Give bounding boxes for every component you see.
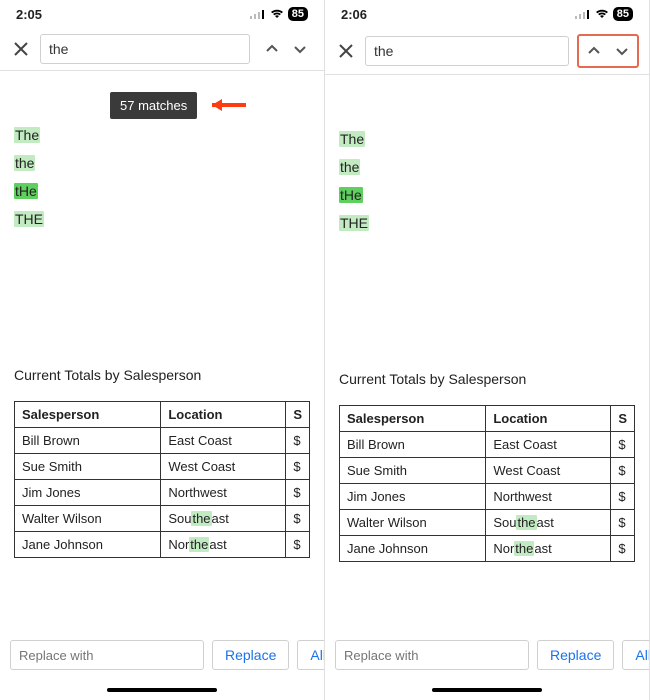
text-line: the bbox=[14, 155, 310, 171]
annotation-arrow-icon bbox=[210, 96, 250, 117]
status-time: 2:06 bbox=[341, 7, 367, 22]
table-row: Sue SmithWest Coast$ bbox=[15, 454, 310, 480]
table-title: Current Totals by Salesperson bbox=[339, 371, 635, 387]
wifi-icon bbox=[595, 9, 609, 19]
document-content: The the tHe THE Current Totals by Salesp… bbox=[0, 71, 324, 574]
replace-button[interactable]: Replace bbox=[537, 640, 614, 670]
status-bar: 2:05 85 bbox=[0, 0, 324, 28]
replace-bar: Replace All bbox=[325, 640, 649, 670]
col-header: Location bbox=[161, 402, 286, 428]
table-row: Bill BrownEast Coast$ bbox=[340, 432, 635, 458]
status-indicators: 85 bbox=[575, 7, 633, 21]
col-header: Salesperson bbox=[15, 402, 161, 428]
replace-button[interactable]: Replace bbox=[212, 640, 289, 670]
replace-all-button[interactable]: All bbox=[297, 640, 325, 670]
col-header: S bbox=[286, 402, 310, 428]
replace-input[interactable] bbox=[335, 640, 529, 670]
table-row: Walter WilsonSoutheast$ bbox=[340, 510, 635, 536]
nav-arrows bbox=[577, 34, 639, 68]
find-bar bbox=[0, 28, 324, 71]
nav-arrows bbox=[258, 35, 314, 63]
signal-icon bbox=[250, 9, 266, 19]
close-icon[interactable] bbox=[10, 38, 32, 60]
battery-icon: 85 bbox=[613, 7, 633, 21]
table-row: Bill BrownEast Coast$ bbox=[15, 428, 310, 454]
signal-icon bbox=[575, 9, 591, 19]
table-header-row: Salesperson Location S bbox=[15, 402, 310, 428]
home-indicator bbox=[107, 688, 217, 692]
text-line: the bbox=[339, 159, 635, 175]
replace-bar: Replace All bbox=[0, 640, 324, 670]
status-time: 2:05 bbox=[16, 7, 42, 22]
table-row: Jim JonesNorthwest$ bbox=[340, 484, 635, 510]
text-line: The bbox=[14, 127, 310, 143]
text-line: THE bbox=[339, 215, 635, 231]
table-header-row: Salesperson Location S bbox=[340, 406, 635, 432]
prev-match-button[interactable] bbox=[258, 35, 286, 63]
col-header: Salesperson bbox=[340, 406, 486, 432]
table-row: Walter WilsonSoutheast$ bbox=[15, 506, 310, 532]
sales-table: Salesperson Location S Bill BrownEast Co… bbox=[339, 405, 635, 562]
text-line: tHe bbox=[339, 187, 635, 203]
table-title: Current Totals by Salesperson bbox=[14, 367, 310, 383]
col-header: Location bbox=[486, 406, 611, 432]
table-row: Sue SmithWest Coast$ bbox=[340, 458, 635, 484]
close-icon[interactable] bbox=[335, 40, 357, 62]
sales-table: Salesperson Location S Bill BrownEast Co… bbox=[14, 401, 310, 558]
search-input[interactable] bbox=[40, 34, 250, 64]
next-match-button[interactable] bbox=[608, 37, 636, 65]
find-bar bbox=[325, 28, 649, 75]
status-bar: 2:06 85 bbox=[325, 0, 649, 28]
replace-all-button[interactable]: All bbox=[622, 640, 650, 670]
table-row: Jane JohnsonNortheast$ bbox=[15, 532, 310, 558]
screen-left: 2:05 85 57 matches The the tHe THE Cur bbox=[0, 0, 325, 700]
table-row: Jane JohnsonNortheast$ bbox=[340, 536, 635, 562]
search-input[interactable] bbox=[365, 36, 569, 66]
battery-icon: 85 bbox=[288, 7, 308, 21]
wifi-icon bbox=[270, 9, 284, 19]
text-line: The bbox=[339, 131, 635, 147]
matches-toast: 57 matches bbox=[110, 92, 197, 119]
col-header: S bbox=[611, 406, 635, 432]
screen-right: 2:06 85 The the tHe THE Current Totals b… bbox=[325, 0, 650, 700]
home-indicator bbox=[432, 688, 542, 692]
text-line: THE bbox=[14, 211, 310, 227]
document-content: The the tHe THE Current Totals by Salesp… bbox=[325, 75, 649, 578]
table-row: Jim JonesNorthwest$ bbox=[15, 480, 310, 506]
replace-input[interactable] bbox=[10, 640, 204, 670]
next-match-button[interactable] bbox=[286, 35, 314, 63]
text-line: tHe bbox=[14, 183, 310, 199]
prev-match-button[interactable] bbox=[580, 37, 608, 65]
status-indicators: 85 bbox=[250, 7, 308, 21]
